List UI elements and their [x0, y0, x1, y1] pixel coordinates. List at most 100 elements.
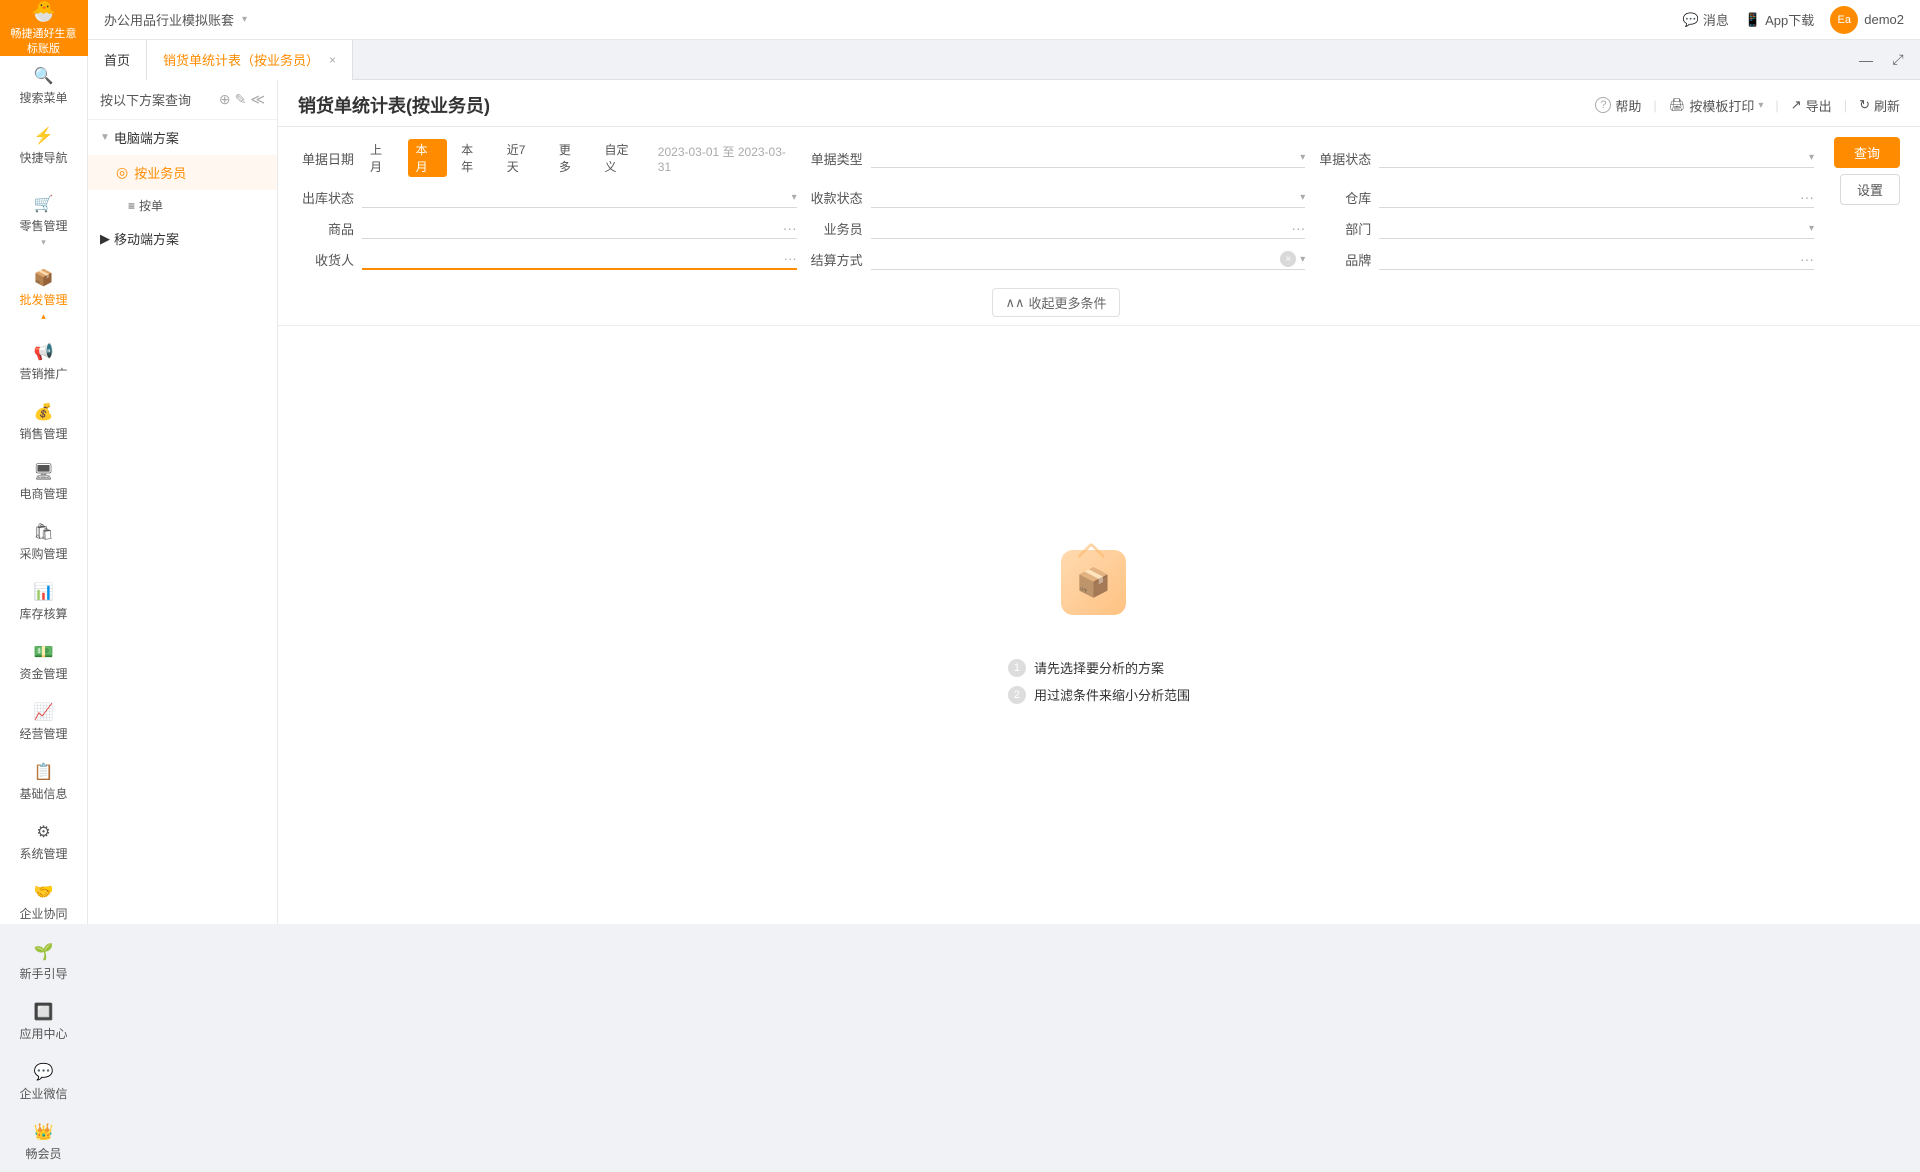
template-print-btn[interactable]: 🖨 按模板打印 ▾ — [1669, 96, 1764, 115]
salesperson-input[interactable] — [871, 221, 1288, 236]
desktop-scheme-group-header[interactable]: ▼ 电脑端方案 — [88, 120, 277, 155]
sidebar-item-wholesale[interactable]: 📦 批发管理 ▴ — [0, 258, 88, 332]
left-panel: 按以下方案查询 ⊕ ✎ ≪ ▼ 电脑端方案 ◎ 按业务员 ≡ 按 — [88, 80, 278, 924]
left-panel-header: 按以下方案查询 ⊕ ✎ ≪ — [88, 80, 277, 120]
divider-2: | — [1775, 98, 1778, 113]
sidebar-item-enterprise[interactable]: 🤝 企业协同 — [0, 872, 88, 932]
edit-scheme-btn[interactable]: ✎ — [235, 91, 247, 108]
ecommerce-icon: 🖥 — [33, 462, 53, 482]
mobile-scheme-group-header[interactable]: ▶ 移动端方案 — [88, 221, 277, 256]
sidebar-item-appcenter[interactable]: 🔲 应用中心 — [0, 992, 88, 1052]
receipt-input[interactable] — [871, 190, 1297, 205]
collapse-panel-btn[interactable]: ≪ — [250, 91, 265, 108]
logo-icon: 🐣 — [31, 0, 56, 25]
sidebar-item-label: 系统管理 — [19, 845, 67, 862]
settlement-clear-btn[interactable]: × — [1280, 251, 1296, 267]
sidebar-item-label: 营销推广 — [19, 365, 67, 382]
sidebar-item-search[interactable]: 🔍 搜索菜单 — [0, 56, 88, 116]
tab-minimize-btn[interactable]: — — [1852, 46, 1880, 74]
operation-icon: 📈 — [34, 702, 54, 722]
brand-dots-icon[interactable]: ··· — [1800, 251, 1814, 267]
top-header-left: 办公用品行业模拟账套 ▾ — [104, 10, 247, 29]
doc-type-input[interactable] — [871, 150, 1297, 165]
date-control: 上月 本月 本年 近7天 更多 自定义 2023-03-01 至 2023-03… — [362, 139, 797, 177]
sidebar-item-label: 基础信息 — [19, 785, 67, 802]
warehouse-dots-icon[interactable]: ··· — [1800, 189, 1814, 205]
message-btn[interactable]: 💬 消息 — [1683, 10, 1729, 29]
sidebar-item-retail[interactable]: 🛒 零售管理 ▾ — [0, 184, 88, 258]
tab-home[interactable]: 首页 — [88, 40, 147, 80]
department-select[interactable]: ▾ — [1379, 219, 1814, 239]
sidebar-item-sales[interactable]: 💰 销售管理 — [0, 392, 88, 452]
sidebar-item-member[interactable]: 👑 畅会员 — [0, 1112, 88, 1172]
main-area: 办公用品行业模拟账套 ▾ 💬 消息 📱 App下载 Ea demo2 首页 销货… — [88, 0, 1920, 924]
doc-status-select[interactable]: ▾ — [1379, 148, 1814, 168]
department-input[interactable] — [1379, 221, 1805, 236]
receiver-dots-icon[interactable]: ··· — [784, 251, 797, 266]
user-info[interactable]: Ea demo2 — [1830, 6, 1904, 34]
date-btn-thismonth[interactable]: 本月 — [408, 139, 448, 177]
sidebar-item-finance[interactable]: 💵 资金管理 — [0, 632, 88, 692]
sidebar-item-ecommerce[interactable]: 🖥 电商管理 — [0, 452, 88, 512]
sidebar-item-quicknav[interactable]: ⚡ 快捷导航 — [0, 116, 88, 176]
refresh-btn[interactable]: ↻ 刷新 — [1859, 96, 1900, 115]
mobile-scheme-label: 移动端方案 — [114, 229, 179, 248]
scheme-sub-item-order[interactable]: ≡ 按单 — [88, 190, 277, 221]
scheme-active-icon: ◎ — [116, 164, 128, 181]
receipt-select[interactable]: ▾ — [871, 188, 1306, 208]
export-btn[interactable]: ↗ 导出 — [1791, 96, 1832, 115]
filter-item-docstatus: 单据状态 ▾ — [1315, 139, 1814, 177]
sidebar-item-operation[interactable]: 📈 经营管理 — [0, 692, 88, 752]
scheme-salesperson-label: 按业务员 — [134, 163, 186, 182]
page-header: 销货单统计表(按业务员) ? 帮助 | 🖨 按模板打印 ▾ | ↗ — [278, 80, 1920, 127]
collapse-more-btn[interactable]: ∧∧ 收起更多条件 — [992, 288, 1119, 317]
brand-select[interactable]: ··· — [1379, 249, 1814, 270]
sidebar-item-newuser[interactable]: 🌱 新手引导 — [0, 932, 88, 992]
date-range-display: 2023-03-01 至 2023-03-31 — [658, 143, 797, 174]
sidebar-item-basic[interactable]: 📋 基础信息 — [0, 752, 88, 812]
sidebar-item-inventory[interactable]: 📊 库存核算 — [0, 572, 88, 632]
step-1-icon: 1 — [1008, 659, 1026, 677]
brand-label: 品牌 — [1315, 250, 1371, 269]
date-btn-7days[interactable]: 近7天 — [499, 139, 545, 177]
add-scheme-btn[interactable]: ⊕ — [219, 91, 231, 108]
warehouse-select[interactable]: ··· — [1379, 187, 1814, 208]
settings-btn[interactable]: 设置 — [1840, 174, 1900, 205]
tab-maximize-btn[interactable]: ⤢ — [1884, 46, 1912, 74]
warehouse-input[interactable] — [1379, 190, 1796, 205]
product-select[interactable]: ··· — [362, 218, 797, 239]
export-icon: ↗ — [1791, 97, 1802, 113]
date-btn-thisyear[interactable]: 本年 — [453, 139, 493, 177]
filter-item-salesperson: 业务员 ··· — [807, 218, 1306, 239]
date-btn-lastmonth[interactable]: 上月 — [362, 139, 402, 177]
salesperson-select[interactable]: ··· — [871, 218, 1306, 239]
tab-close-icon[interactable]: × — [329, 53, 336, 67]
salesperson-dots-icon[interactable]: ··· — [1291, 220, 1305, 236]
receiver-input[interactable] — [362, 249, 780, 268]
outbound-select[interactable]: ▾ — [362, 188, 797, 208]
settlement-select[interactable]: × ▾ — [871, 249, 1306, 270]
sidebar-item-marketing[interactable]: 📢 营销推广 — [0, 332, 88, 392]
sidebar-item-purchase[interactable]: 🛍 采购管理 — [0, 512, 88, 572]
date-btn-custom[interactable]: 自定义 — [596, 139, 647, 177]
settlement-input[interactable] — [871, 252, 1281, 267]
outbound-input[interactable] — [362, 190, 788, 205]
doc-type-select[interactable]: ▾ — [871, 148, 1306, 168]
outbound-arrow-icon: ▾ — [792, 192, 797, 203]
tab-bar: 首页 销货单统计表（按业务员） × — ⤢ — [88, 40, 1920, 80]
brand-input[interactable] — [1379, 252, 1796, 267]
product-label: 商品 — [298, 219, 354, 238]
product-input[interactable] — [362, 221, 779, 236]
help-btn[interactable]: ? 帮助 — [1595, 96, 1641, 115]
date-btn-more[interactable]: 更多 — [551, 139, 591, 177]
sidebar-item-system[interactable]: ⚙ 系统管理 — [0, 812, 88, 872]
doc-status-input[interactable] — [1379, 150, 1805, 165]
product-dots-icon[interactable]: ··· — [783, 220, 797, 236]
app-download-btn[interactable]: 📱 App下载 — [1745, 10, 1814, 29]
tab-sales-stats[interactable]: 销货单统计表（按业务员） × — [147, 40, 353, 80]
scheme-item-salesperson[interactable]: ◎ 按业务员 — [88, 155, 277, 190]
sidebar-item-wechat[interactable]: 💬 企业微信 — [0, 1052, 88, 1112]
query-btn[interactable]: 查询 — [1834, 137, 1900, 168]
retail-icon: 🛒 — [34, 194, 54, 214]
empty-tips: 1 请先选择要分析的方案 2 用过滤条件来缩小分析范围 — [1008, 658, 1190, 712]
